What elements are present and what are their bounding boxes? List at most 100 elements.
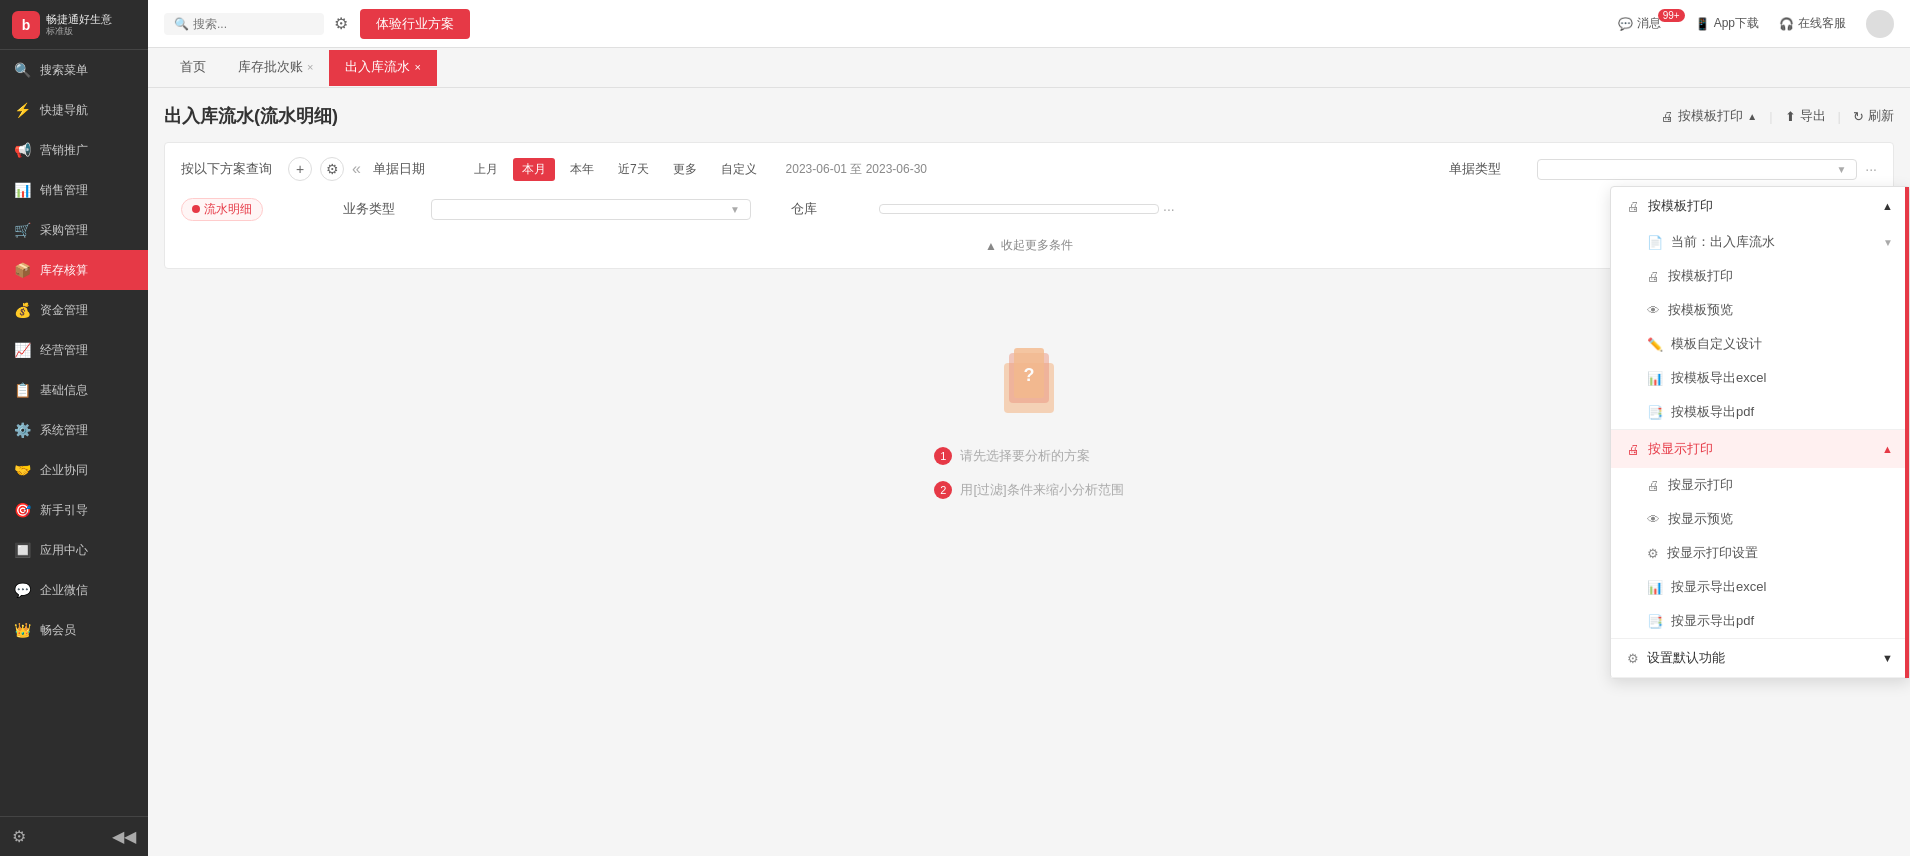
disp-excel-icon: 📊 bbox=[1647, 580, 1663, 595]
topbar-right: 💬 消息 99+ 📱 App下载 🎧 在线客服 bbox=[1618, 10, 1894, 38]
sidebar-item-collab[interactable]: 🤝 企业协同 bbox=[0, 450, 148, 490]
print-chevron-icon: ▲ bbox=[1747, 111, 1757, 122]
message-button[interactable]: 💬 消息 99+ bbox=[1618, 15, 1675, 32]
date-btn-more[interactable]: 更多 bbox=[664, 158, 706, 181]
topbar-search-input[interactable] bbox=[193, 17, 314, 31]
date-btn-custom[interactable]: 自定义 bbox=[712, 158, 766, 181]
template-print-chevron: ▲ bbox=[1882, 200, 1893, 212]
tmpl-print-item[interactable]: 🖨 按模板打印 bbox=[1611, 259, 1909, 293]
tmpl-preview-item[interactable]: 👁 按模板预览 bbox=[1611, 293, 1909, 327]
display-print-header[interactable]: 🖨 按显示打印 ▲ bbox=[1611, 430, 1909, 468]
default-func-header[interactable]: ⚙ 设置默认功能 ▼ bbox=[1611, 639, 1909, 677]
sidebar-item-system[interactable]: ⚙️ 系统管理 bbox=[0, 410, 148, 450]
date-btn-this-year[interactable]: 本年 bbox=[561, 158, 603, 181]
quick-icon: ⚡ bbox=[12, 100, 32, 120]
filter-date-row: 单据日期 上月 本月 本年 近7天 更多 自定义 2023-06-01 至 20… bbox=[373, 158, 1449, 181]
current-template-icon: 📄 bbox=[1647, 235, 1663, 250]
disp-preview-item[interactable]: 👁 按显示预览 bbox=[1611, 502, 1909, 536]
tmpl-pdf-icon: 📑 bbox=[1647, 405, 1663, 420]
export-button[interactable]: ⬆ 导出 bbox=[1785, 107, 1826, 125]
template-print-header[interactable]: 🖨 按模板打印 ▲ bbox=[1611, 187, 1909, 225]
divider2: | bbox=[1838, 109, 1841, 124]
add-filter-button[interactable]: + bbox=[288, 157, 312, 181]
logo-icon: b bbox=[12, 11, 40, 39]
sidebar-item-search[interactable]: 🔍 搜索菜单 bbox=[0, 50, 148, 90]
type-label: 单据类型 bbox=[1449, 160, 1529, 178]
empty-text: 1 请先选择要分析的方案 2 用[过滤]条件来缩小分析范围 bbox=[934, 443, 1123, 503]
refresh-button[interactable]: ↻ 刷新 bbox=[1853, 107, 1894, 125]
export-icon: ⬆ bbox=[1785, 109, 1796, 124]
type-more-button[interactable]: ··· bbox=[1865, 161, 1877, 177]
tmpl-excel-icon: 📊 bbox=[1647, 371, 1663, 386]
current-chevron: ▼ bbox=[1883, 237, 1893, 248]
date-btn-this-month[interactable]: 本月 bbox=[513, 158, 555, 181]
print-icon: 🖨 bbox=[1661, 109, 1674, 124]
cta-button[interactable]: 体验行业方案 bbox=[360, 9, 470, 39]
current-template-item[interactable]: 📄 当前：出入库流水 ▼ bbox=[1611, 225, 1909, 259]
biz-type-select[interactable]: ▼ bbox=[431, 199, 751, 220]
disp-pdf-item[interactable]: 📑 按显示导出pdf bbox=[1611, 604, 1909, 638]
sidebar-item-basics[interactable]: 📋 基础信息 bbox=[0, 370, 148, 410]
purchase-icon: 🛒 bbox=[12, 220, 32, 240]
tmpl-pdf-item[interactable]: 📑 按模板导出pdf bbox=[1611, 395, 1909, 429]
filter-collapse-icon[interactable]: « bbox=[352, 160, 361, 178]
warehouse-more-button[interactable]: ··· bbox=[1163, 201, 1175, 217]
topbar: 🔍 ⚙ 体验行业方案 💬 消息 99+ 📱 App下载 🎧 在线客服 bbox=[148, 0, 1910, 48]
basics-icon: 📋 bbox=[12, 380, 32, 400]
settings-gear-icon[interactable]: ⚙ bbox=[334, 14, 348, 33]
sidebar-item-guide[interactable]: 🎯 新手引导 bbox=[0, 490, 148, 530]
user-avatar[interactable] bbox=[1866, 10, 1894, 38]
sidebar-item-member[interactable]: 👑 畅会员 bbox=[0, 610, 148, 650]
sidebar-item-inventory[interactable]: 📦 库存核算 bbox=[0, 250, 148, 290]
logo-text: 畅捷通好生意 标准版 bbox=[46, 12, 112, 38]
filter-label: 按以下方案查询 bbox=[181, 160, 272, 178]
biz-type-chevron: ▼ bbox=[730, 204, 740, 215]
date-btn-last-month[interactable]: 上月 bbox=[465, 158, 507, 181]
sidebar-item-finance[interactable]: 💰 资金管理 bbox=[0, 290, 148, 330]
display-printer-icon: 🖨 bbox=[1627, 442, 1640, 457]
guide-icon: 🎯 bbox=[12, 500, 32, 520]
system-icon: ⚙️ bbox=[12, 420, 32, 440]
display-print-chevron: ▲ bbox=[1882, 443, 1893, 455]
svg-text:?: ? bbox=[1024, 365, 1035, 385]
type-select[interactable]: ▼ bbox=[1537, 159, 1857, 180]
print-button[interactable]: 🖨 按模板打印 ▲ bbox=[1661, 107, 1757, 125]
sidebar-item-sales[interactable]: 📊 销售管理 bbox=[0, 170, 148, 210]
date-btn-7days[interactable]: 近7天 bbox=[609, 158, 658, 181]
sidebar-item-wechat[interactable]: 💬 企业微信 bbox=[0, 570, 148, 610]
filter-row-1: 按以下方案查询 + ⚙ « 单据日期 上月 本月 本年 近7天 更多 自定义 bbox=[181, 157, 1877, 181]
app-download-button[interactable]: 📱 App下载 bbox=[1695, 15, 1759, 32]
operations-icon: 📈 bbox=[12, 340, 32, 360]
tmpl-custom-item[interactable]: ✏️ 模板自定义设计 bbox=[1611, 327, 1909, 361]
message-badge: 99+ bbox=[1658, 9, 1685, 22]
default-func-section: ⚙ 设置默认功能 ▼ bbox=[1611, 639, 1909, 678]
tab-home[interactable]: 首页 bbox=[164, 50, 222, 86]
warehouse-select[interactable] bbox=[879, 204, 1159, 214]
tmpl-excel-item[interactable]: 📊 按模板导出excel bbox=[1611, 361, 1909, 395]
filter-settings-button[interactable]: ⚙ bbox=[320, 157, 344, 181]
sidebar-item-quick[interactable]: ⚡ 快捷导航 bbox=[0, 90, 148, 130]
empty-illustration: ? bbox=[989, 343, 1069, 423]
tab-flow[interactable]: 出入库流水 × bbox=[329, 50, 436, 86]
tab-batch-close[interactable]: × bbox=[307, 61, 313, 73]
sidebar-item-purchase[interactable]: 🛒 采购管理 bbox=[0, 210, 148, 250]
disp-setting-item[interactable]: ⚙ 按显示打印设置 bbox=[1611, 536, 1909, 570]
collapse-sidebar-icon[interactable]: ◀◀ bbox=[112, 827, 136, 846]
sidebar-item-marketing[interactable]: 📢 营销推广 bbox=[0, 130, 148, 170]
tab-batch[interactable]: 库存批次账 × bbox=[222, 50, 329, 86]
online-service-button[interactable]: 🎧 在线客服 bbox=[1779, 15, 1846, 32]
sidebar-item-apps[interactable]: 🔲 应用中心 bbox=[0, 530, 148, 570]
sidebar-item-operations[interactable]: 📈 经营管理 bbox=[0, 330, 148, 370]
marketing-icon: 📢 bbox=[12, 140, 32, 160]
resize-handle[interactable] bbox=[1905, 187, 1909, 678]
template-print-section: 🖨 按模板打印 ▲ 📄 当前：出入库流水 ▼ 🖨 按模板打印 👁 按模板预览 bbox=[1611, 187, 1909, 430]
topbar-search-box[interactable]: 🔍 bbox=[164, 13, 324, 35]
default-func-chevron: ▼ bbox=[1882, 652, 1893, 664]
tab-flow-close[interactable]: × bbox=[414, 61, 420, 73]
settings-icon[interactable]: ⚙ bbox=[12, 827, 26, 846]
flow-tag[interactable]: 流水明细 bbox=[181, 198, 263, 221]
disp-print-item[interactable]: 🖨 按显示打印 bbox=[1611, 468, 1909, 502]
search-icon-topbar: 🔍 bbox=[174, 17, 189, 31]
type-select-chevron: ▼ bbox=[1836, 164, 1846, 175]
disp-excel-item[interactable]: 📊 按显示导出excel bbox=[1611, 570, 1909, 604]
